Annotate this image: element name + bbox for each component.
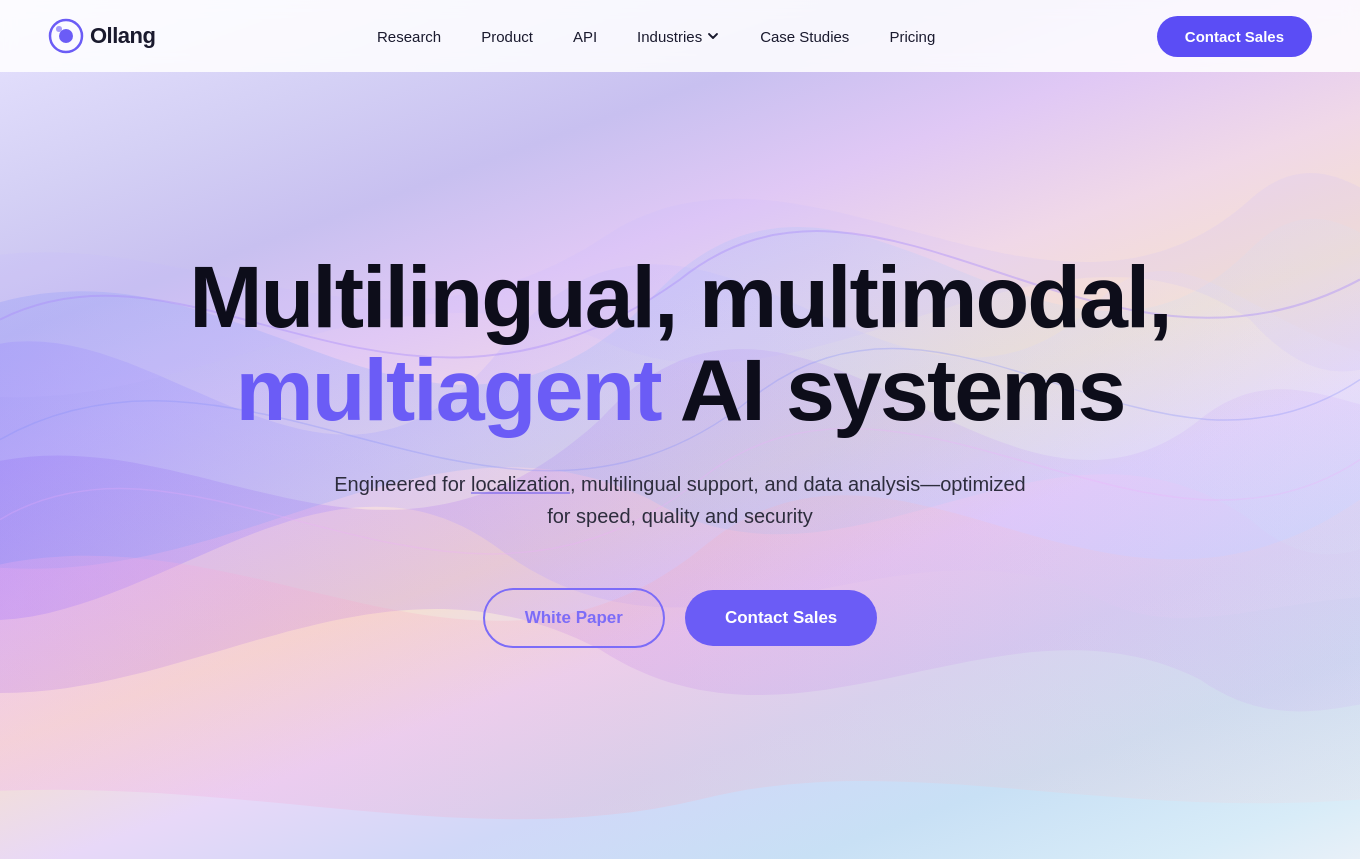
- navigation: Ollang Research Product API Industries C…: [0, 0, 1360, 72]
- nav-link-product[interactable]: Product: [465, 20, 549, 53]
- hero-cta-buttons: White Paper Contact Sales: [189, 588, 1171, 648]
- nav-item-product[interactable]: Product: [465, 20, 549, 53]
- hero-title-highlight: multiagent: [236, 340, 661, 439]
- nav-item-industries[interactable]: Industries: [621, 20, 736, 53]
- nav-link-case-studies[interactable]: Case Studies: [744, 20, 865, 53]
- white-paper-button[interactable]: White Paper: [483, 588, 665, 648]
- ollang-logo-icon: [48, 18, 84, 54]
- hero-subtitle-underline: localization: [471, 473, 570, 495]
- nav-link-api[interactable]: API: [557, 20, 613, 53]
- nav-item-pricing[interactable]: Pricing: [873, 20, 951, 53]
- hero-title-line1: Multilingual, multimodal,: [189, 247, 1171, 346]
- nav-links-list: Research Product API Industries Case Stu…: [361, 20, 951, 53]
- svg-point-2: [56, 26, 62, 32]
- nav-contact-sales-button[interactable]: Contact Sales: [1157, 16, 1312, 57]
- logo-link[interactable]: Ollang: [48, 18, 155, 54]
- logo-text: Ollang: [90, 23, 155, 49]
- hero-subtitle: Engineered for localization, multilingua…: [330, 468, 1030, 532]
- hero-section: Multilingual, multimodal, multiagent AI …: [0, 0, 1360, 859]
- nav-item-case-studies[interactable]: Case Studies: [744, 20, 865, 53]
- nav-link-research[interactable]: Research: [361, 20, 457, 53]
- hero-content: Multilingual, multimodal, multiagent AI …: [189, 251, 1171, 648]
- chevron-down-icon: [706, 29, 720, 43]
- nav-btn-industries[interactable]: Industries: [621, 20, 736, 53]
- nav-item-api[interactable]: API: [557, 20, 613, 53]
- nav-item-research[interactable]: Research: [361, 20, 457, 53]
- contact-sales-hero-button[interactable]: Contact Sales: [685, 590, 877, 646]
- hero-title-line2-plain: AI systems: [680, 340, 1125, 439]
- hero-title: Multilingual, multimodal, multiagent AI …: [189, 251, 1171, 436]
- nav-link-pricing[interactable]: Pricing: [873, 20, 951, 53]
